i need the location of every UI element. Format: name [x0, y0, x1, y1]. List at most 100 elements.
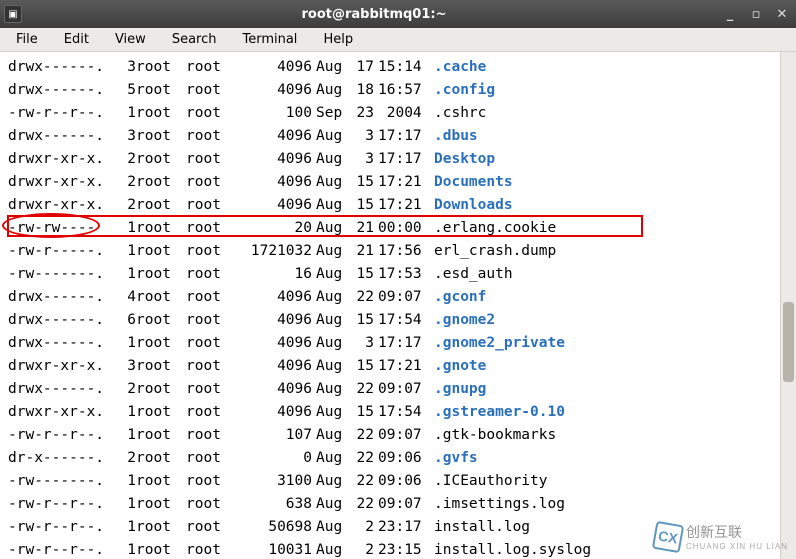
col-group: root	[186, 286, 236, 309]
col-perms: drwx------.	[8, 125, 116, 148]
col-filename: Desktop	[434, 148, 495, 171]
col-time: 17:17	[378, 332, 434, 355]
col-size: 638	[236, 493, 316, 516]
col-group: root	[186, 378, 236, 401]
listing-row: -rw-------.1 rootroot16Aug1517:53.esd_au…	[8, 263, 790, 286]
col-perms: -rw-r--r--.	[8, 424, 116, 447]
menu-search[interactable]: Search	[162, 30, 227, 49]
col-perms: -rw-rw----	[8, 217, 116, 240]
col-perms: -rw-r-----.	[8, 240, 116, 263]
col-month: Aug	[316, 263, 352, 286]
col-size: 4096	[236, 56, 316, 79]
col-filename: .erlang.cookie	[434, 217, 556, 240]
col-group: root	[186, 424, 236, 447]
col-time: 23:17	[378, 516, 434, 539]
col-perms: drwxr-xr-x.	[8, 355, 116, 378]
col-month: Aug	[316, 171, 352, 194]
col-filename: Documents	[434, 171, 513, 194]
col-time: 17:17	[378, 125, 434, 148]
col-filename: .ICEauthority	[434, 470, 548, 493]
col-group: root	[186, 217, 236, 240]
scrollbar-thumb[interactable]	[783, 302, 794, 382]
col-filename: install.log	[434, 516, 530, 539]
col-size: 4096	[236, 286, 316, 309]
titlebar[interactable]: ▣ root@rabbitmq01:~ _ ▫ ✕	[0, 0, 796, 28]
col-owner: root	[136, 217, 186, 240]
col-owner: root	[136, 424, 186, 447]
col-month: Aug	[316, 79, 352, 102]
col-size: 100	[236, 102, 316, 125]
col-month: Aug	[316, 332, 352, 355]
col-time: 23:15	[378, 539, 434, 559]
window-controls: _ ▫ ✕	[720, 5, 792, 23]
minimize-button[interactable]: _	[720, 5, 740, 23]
col-size: 16	[236, 263, 316, 286]
col-group: root	[186, 355, 236, 378]
col-links: 5	[116, 79, 136, 102]
listing-row: drwxr-xr-x.1 rootroot4096Aug1517:54.gstr…	[8, 401, 790, 424]
listing-row: drwx------.1 rootroot4096Aug 317:17.gnom…	[8, 332, 790, 355]
col-month: Aug	[316, 125, 352, 148]
col-month: Aug	[316, 493, 352, 516]
col-filename: install.log.syslog	[434, 539, 591, 559]
menu-help[interactable]: Help	[313, 30, 363, 49]
col-links: 1	[116, 240, 136, 263]
col-day: 23	[352, 102, 378, 125]
maximize-button[interactable]: ▫	[746, 5, 766, 23]
col-time: 09:06	[378, 470, 434, 493]
menu-edit[interactable]: Edit	[54, 30, 99, 49]
col-owner: root	[136, 447, 186, 470]
col-day: 22	[352, 286, 378, 309]
col-owner: root	[136, 102, 186, 125]
close-button[interactable]: ✕	[772, 5, 792, 23]
col-group: root	[186, 56, 236, 79]
col-month: Aug	[316, 217, 352, 240]
menu-terminal[interactable]: Terminal	[232, 30, 307, 49]
col-time: 00:00	[378, 217, 434, 240]
col-links: 1	[116, 332, 136, 355]
col-links: 1	[116, 217, 136, 240]
listing-row: -rw-------.1 rootroot3100Aug2209:06.ICEa…	[8, 470, 790, 493]
col-filename: Downloads	[434, 194, 513, 217]
terminal-output[interactable]: drwx------.3 rootroot4096Aug1715:14.cach…	[0, 52, 796, 559]
col-filename: .gvfs	[434, 447, 478, 470]
listing-row: drwx------.4 rootroot4096Aug2209:07.gcon…	[8, 286, 790, 309]
menu-view[interactable]: View	[105, 30, 156, 49]
col-group: root	[186, 125, 236, 148]
col-day: 22	[352, 378, 378, 401]
scrollbar[interactable]	[780, 52, 796, 559]
col-links: 2	[116, 194, 136, 217]
col-perms: drwx------.	[8, 332, 116, 355]
menu-file[interactable]: File	[6, 30, 48, 49]
col-perms: drwx------.	[8, 79, 116, 102]
col-day: 21	[352, 217, 378, 240]
col-month: Aug	[316, 378, 352, 401]
col-month: Aug	[316, 286, 352, 309]
col-links: 3	[116, 56, 136, 79]
col-group: root	[186, 470, 236, 493]
listing-row: -rw-rw----1 rootroot20Aug2100:00.erlang.…	[8, 217, 790, 240]
col-month: Aug	[316, 148, 352, 171]
listing-row: -rw-r--r--.1 rootroot100Sep23 2004.cshrc	[8, 102, 790, 125]
col-group: root	[186, 171, 236, 194]
listing-row: drwxr-xr-x.3 rootroot4096Aug1517:21.gnot…	[8, 355, 790, 378]
col-links: 2	[116, 148, 136, 171]
col-day: 15	[352, 171, 378, 194]
col-time: 16:57	[378, 79, 434, 102]
col-filename: .gconf	[434, 286, 486, 309]
col-owner: root	[136, 401, 186, 424]
col-links: 1	[116, 493, 136, 516]
col-size: 107	[236, 424, 316, 447]
col-month: Aug	[316, 516, 352, 539]
col-month: Aug	[316, 447, 352, 470]
col-month: Aug	[316, 56, 352, 79]
col-filename: .gnome2_private	[434, 332, 565, 355]
col-size: 4096	[236, 378, 316, 401]
col-links: 2	[116, 447, 136, 470]
col-owner: root	[136, 148, 186, 171]
listing-row: dr-x------.2 rootroot0Aug2209:06.gvfs	[8, 447, 790, 470]
col-size: 50698	[236, 516, 316, 539]
col-month: Aug	[316, 401, 352, 424]
col-links: 1	[116, 424, 136, 447]
col-day: 15	[352, 355, 378, 378]
